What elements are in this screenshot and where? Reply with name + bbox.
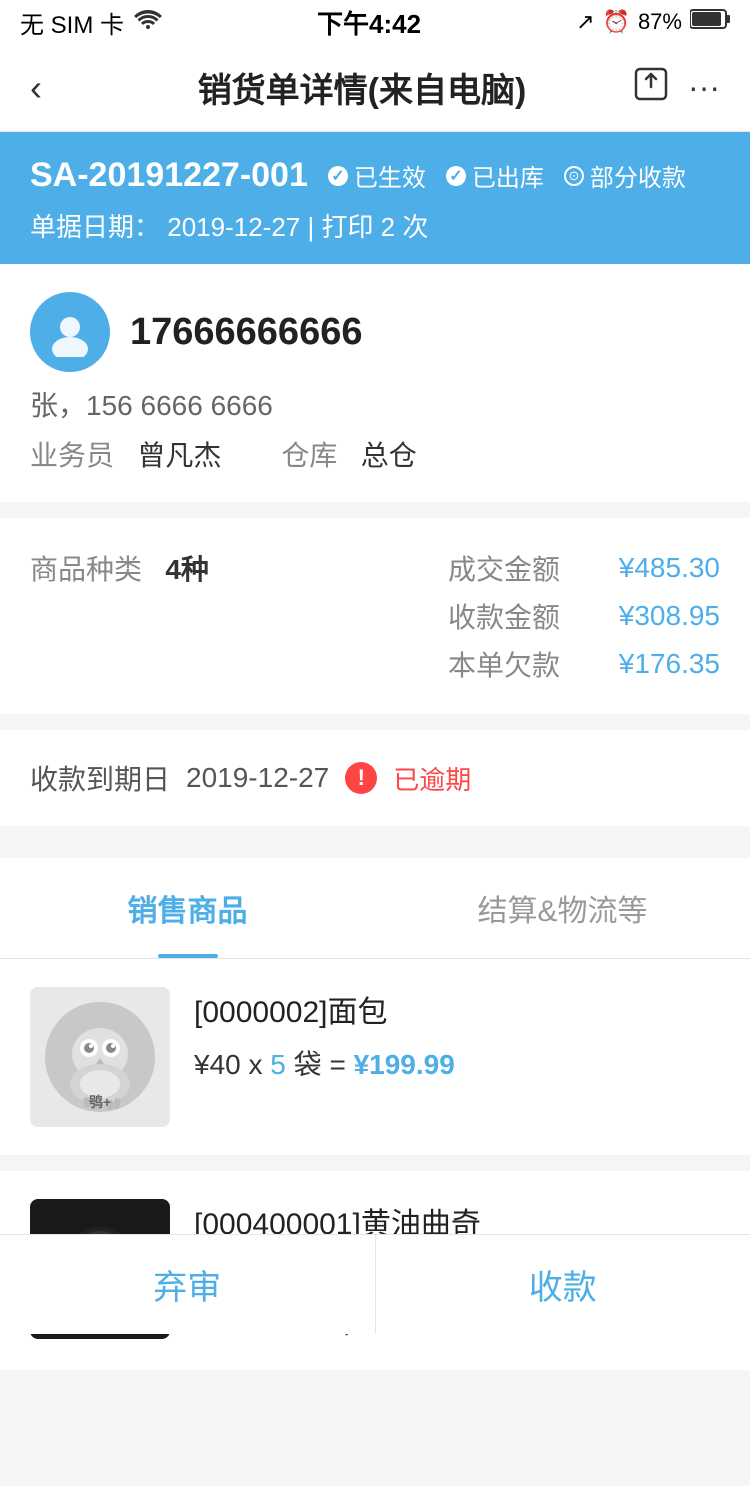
- customer-meta: 业务员 曾凡杰 仓库 总仓: [30, 434, 720, 474]
- bottom-spacer: [0, 1386, 750, 1486]
- due-section: 收款到期日 2019-12-27 ! 已逾期: [0, 730, 750, 826]
- salesman-label: 业务员: [30, 440, 114, 471]
- tab-settlement[interactable]: 结算&物流等: [375, 858, 750, 958]
- amounts-right: 成交金额 ¥485.30 收款金额 ¥308.95 本单欠款 ¥176.35: [448, 548, 720, 684]
- location-icon: ↗: [576, 9, 594, 35]
- overdue-text: 已逾期: [393, 760, 471, 797]
- carrier-text: 无 SIM 卡: [20, 5, 124, 40]
- debt-amount-label: 本单欠款: [448, 644, 560, 684]
- nav-bar: ‹ 销货单详情(来自电脑) ···: [0, 44, 750, 132]
- tab-products[interactable]: 销售商品: [0, 858, 375, 958]
- due-date-value: 2019-12-27: [186, 762, 329, 794]
- due-date-label: 收款到期日: [30, 758, 170, 798]
- status-left: 无 SIM 卡: [20, 5, 162, 40]
- status-shipped: ✓ 已出库: [446, 158, 544, 193]
- deal-amount-value: ¥485.30: [580, 552, 720, 584]
- receive-payment-button[interactable]: 收款: [376, 1235, 750, 1334]
- debt-amount-value: ¥176.35: [580, 648, 720, 680]
- battery-text: 87%: [638, 9, 682, 35]
- product-type-value: 4种: [165, 554, 209, 585]
- order-banner: SA-20191227-001 ✓ 已生效 ✓ 已出库 ⊙ 部分收款 单据日期：…: [0, 132, 750, 264]
- order-id: SA-20191227-001: [30, 156, 308, 195]
- customer-phone: 17666666666: [130, 311, 362, 354]
- received-amount-value: ¥308.95: [580, 600, 720, 632]
- product-price-1: ¥40 x 5 袋 = ¥199.99: [194, 1043, 720, 1083]
- back-button[interactable]: ‹: [30, 67, 90, 109]
- cancel-review-button[interactable]: 弃审: [0, 1235, 376, 1334]
- tabs: 销售商品 结算&物流等: [0, 858, 750, 959]
- overdue-icon: !: [345, 762, 377, 794]
- warehouse-value: 总仓: [361, 440, 417, 471]
- nav-actions: ···: [634, 67, 720, 109]
- bottom-bar: 弃审 收款: [0, 1234, 750, 1334]
- warehouse-label: 仓库: [281, 440, 337, 471]
- order-date: 单据日期： 2019-12-27 | 打印 2 次: [30, 207, 720, 244]
- status-right: ↗ ⏰ 87%: [576, 8, 730, 36]
- product-total-1: ¥199.99: [354, 1049, 455, 1080]
- product-item: 鸮+ [0000002]面包 ¥40 x 5 袋 = ¥199.99: [0, 959, 750, 1155]
- amount-section: 商品种类 4种 成交金额 ¥485.30 收款金额 ¥308.95 本单欠款 ¥…: [0, 518, 750, 714]
- product-name-1: [0000002]面包: [194, 987, 720, 1031]
- product-info-1: [0000002]面包 ¥40 x 5 袋 = ¥199.99: [194, 987, 720, 1127]
- check-icon: ✓: [328, 166, 348, 186]
- avatar: [30, 292, 110, 372]
- check-icon-2: ✓: [446, 166, 466, 186]
- received-amount-label: 收款金额: [448, 596, 560, 636]
- customer-name: 张，156 6666 6666: [30, 384, 720, 424]
- share-icon[interactable]: [634, 67, 668, 109]
- status-partial: ⊙ 部分收款: [564, 158, 686, 193]
- customer-section: 17666666666 张，156 6666 6666 业务员 曾凡杰 仓库 总…: [0, 264, 750, 502]
- product-type-label: 商品种类: [30, 554, 142, 585]
- status-active: ✓ 已生效: [328, 158, 426, 193]
- deal-amount-label: 成交金额: [448, 548, 560, 588]
- more-icon[interactable]: ···: [688, 69, 720, 106]
- status-time: 下午4:42: [317, 4, 421, 41]
- alarm-icon: ⏰: [603, 9, 630, 35]
- svg-text:鸮+: 鸮+: [89, 1094, 111, 1110]
- product-qty-1: 5: [270, 1049, 286, 1080]
- wifi-icon: [134, 8, 162, 36]
- product-thumb-1: 鸮+: [30, 987, 170, 1127]
- clock-icon: ⊙: [564, 166, 584, 186]
- status-bar: 无 SIM 卡 下午4:42 ↗ ⏰ 87%: [0, 0, 750, 44]
- salesman-value: 曾凡杰: [137, 440, 221, 471]
- battery-icon: [690, 8, 730, 36]
- page-title: 销货单详情(来自电脑): [198, 63, 527, 112]
- divider-1: [0, 842, 750, 858]
- product-type-row: 商品种类 4种: [30, 548, 209, 588]
